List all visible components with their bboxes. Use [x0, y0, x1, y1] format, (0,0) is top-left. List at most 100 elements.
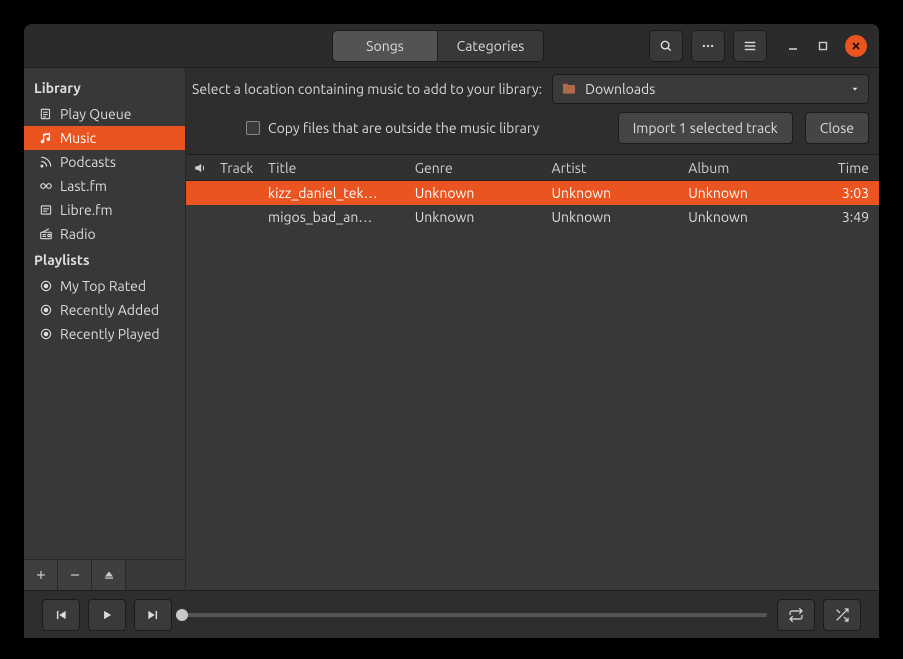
tab-songs[interactable]: Songs — [332, 30, 438, 62]
checkbox-box-icon — [246, 121, 260, 135]
playlist-icon — [38, 278, 54, 294]
window-controls — [785, 35, 867, 57]
location-chooser[interactable]: Downloads — [552, 74, 869, 104]
shuffle-icon — [834, 607, 850, 623]
eject-icon — [103, 569, 115, 581]
close-import-button[interactable]: Close — [805, 112, 869, 144]
repeat-button[interactable] — [777, 599, 815, 631]
table-row[interactable]: kizz_daniel_tek…UnknownUnknownUnknown3:0… — [186, 181, 879, 205]
cell: Unknown — [409, 185, 546, 201]
sidebar-item-recently-added[interactable]: Recently Added — [24, 298, 185, 322]
import-row-2: Copy files that are outside the music li… — [192, 112, 869, 144]
cell: Unknown — [682, 209, 819, 225]
skip-next-icon — [146, 608, 160, 622]
import-button[interactable]: Import 1 selected track — [618, 112, 793, 144]
titlebar: Songs Categories — [24, 24, 879, 68]
sidebar-item-label: Libre.fm — [60, 202, 113, 218]
column-artist[interactable]: Artist — [546, 160, 683, 176]
sidebar-item-music[interactable]: Music — [24, 126, 185, 150]
sidebar-item-label: Last.fm — [60, 178, 107, 194]
table-row[interactable]: migos_bad_an…UnknownUnknownUnknown3:49 — [186, 205, 879, 229]
hamburger-icon — [743, 39, 757, 53]
sidebar-item-label: Recently Added — [60, 302, 159, 318]
column-time[interactable]: Time — [819, 160, 879, 176]
plus-icon — [35, 569, 47, 581]
track-table: Track Title Genre Artist Album Time kizz… — [186, 155, 879, 590]
sidebar-item-label: Play Queue — [60, 106, 132, 122]
main-area: Select a location containing music to ad… — [186, 68, 879, 590]
close-button[interactable] — [845, 35, 867, 57]
sidebar-item-radio[interactable]: Radio — [24, 222, 185, 246]
player-bar — [24, 590, 879, 638]
chevron-down-icon — [850, 84, 860, 94]
player-right-buttons — [777, 599, 861, 631]
minus-icon — [69, 569, 81, 581]
cell: Unknown — [682, 185, 819, 201]
table-body: kizz_daniel_tek…UnknownUnknownUnknown3:0… — [186, 181, 879, 590]
hamburger-menu-button[interactable] — [733, 30, 767, 62]
progress-knob[interactable] — [176, 609, 188, 621]
view-tab-group: Songs Categories — [332, 30, 544, 62]
sidebar-item-lastfm[interactable]: Last.fm — [24, 174, 185, 198]
cell: migos_bad_an… — [262, 209, 409, 225]
sidebar-item-recently-played[interactable]: Recently Played — [24, 322, 185, 346]
folder-icon — [561, 81, 577, 97]
sidebar-item-librefm[interactable]: Libre.fm — [24, 198, 185, 222]
cell: 3:49 — [819, 209, 879, 225]
titlebar-actions — [649, 30, 871, 62]
column-track[interactable]: Track — [214, 160, 262, 176]
sidebar-item-label: Music — [60, 130, 96, 146]
cell: Unknown — [546, 185, 683, 201]
sidebar-item-play-queue[interactable]: Play Queue — [24, 102, 185, 126]
cell: 3:03 — [819, 185, 879, 201]
maximize-button[interactable] — [815, 38, 831, 54]
sidebar-section-header: Playlists — [24, 246, 185, 274]
menu-more-button[interactable] — [691, 30, 725, 62]
skip-prev-icon — [54, 608, 68, 622]
import-bar: Select a location containing music to ad… — [186, 68, 879, 155]
search-button[interactable] — [649, 30, 683, 62]
cell: kizz_daniel_tek… — [262, 185, 409, 201]
minimize-icon — [788, 41, 798, 51]
progress-track — [182, 613, 767, 617]
playlist-icon — [38, 302, 54, 318]
remove-playlist-button[interactable] — [58, 560, 92, 590]
next-track-button[interactable] — [134, 599, 172, 631]
shuffle-button[interactable] — [823, 599, 861, 631]
close-icon — [851, 41, 861, 51]
music-icon — [38, 130, 54, 146]
cell: Unknown — [409, 209, 546, 225]
search-icon — [659, 39, 673, 53]
sidebar-section-header: Library — [24, 74, 185, 102]
rss-icon — [38, 154, 54, 170]
import-prompt-label: Select a location containing music to ad… — [192, 81, 542, 97]
sidebar-item-label: Podcasts — [60, 154, 116, 170]
sidebar-item-podcasts[interactable]: Podcasts — [24, 150, 185, 174]
column-title[interactable]: Title — [262, 160, 409, 176]
play-button[interactable] — [88, 599, 126, 631]
progress-slider[interactable] — [182, 613, 767, 617]
sidebar-footer-buttons — [24, 559, 185, 590]
lastfm-icon — [38, 178, 54, 194]
cell: Unknown — [546, 209, 683, 225]
sidebar-scroll: Library Play Queue Music Podcasts Last.fm Lib… — [24, 68, 185, 559]
sidebar-item-top-rated[interactable]: My Top Rated — [24, 274, 185, 298]
sidebar: Library Play Queue Music Podcasts Last.fm Lib… — [24, 68, 186, 590]
playback-buttons — [42, 599, 172, 631]
column-playing[interactable] — [186, 161, 214, 175]
minimize-button[interactable] — [785, 38, 801, 54]
queue-icon — [38, 106, 54, 122]
column-album[interactable]: Album — [682, 160, 819, 176]
sidebar-item-label: Radio — [60, 226, 96, 242]
import-row-1: Select a location containing music to ad… — [192, 74, 869, 104]
eject-button[interactable] — [92, 560, 126, 590]
tab-categories[interactable]: Categories — [438, 30, 544, 62]
prev-track-button[interactable] — [42, 599, 80, 631]
table-header: Track Title Genre Artist Album Time — [186, 155, 879, 181]
location-label: Downloads — [585, 81, 655, 97]
column-genre[interactable]: Genre — [409, 160, 546, 176]
playlist-icon — [38, 326, 54, 342]
copy-files-checkbox[interactable]: Copy files that are outside the music li… — [246, 120, 539, 136]
add-playlist-button[interactable] — [24, 560, 58, 590]
app-window: Songs Categories — [24, 24, 879, 638]
